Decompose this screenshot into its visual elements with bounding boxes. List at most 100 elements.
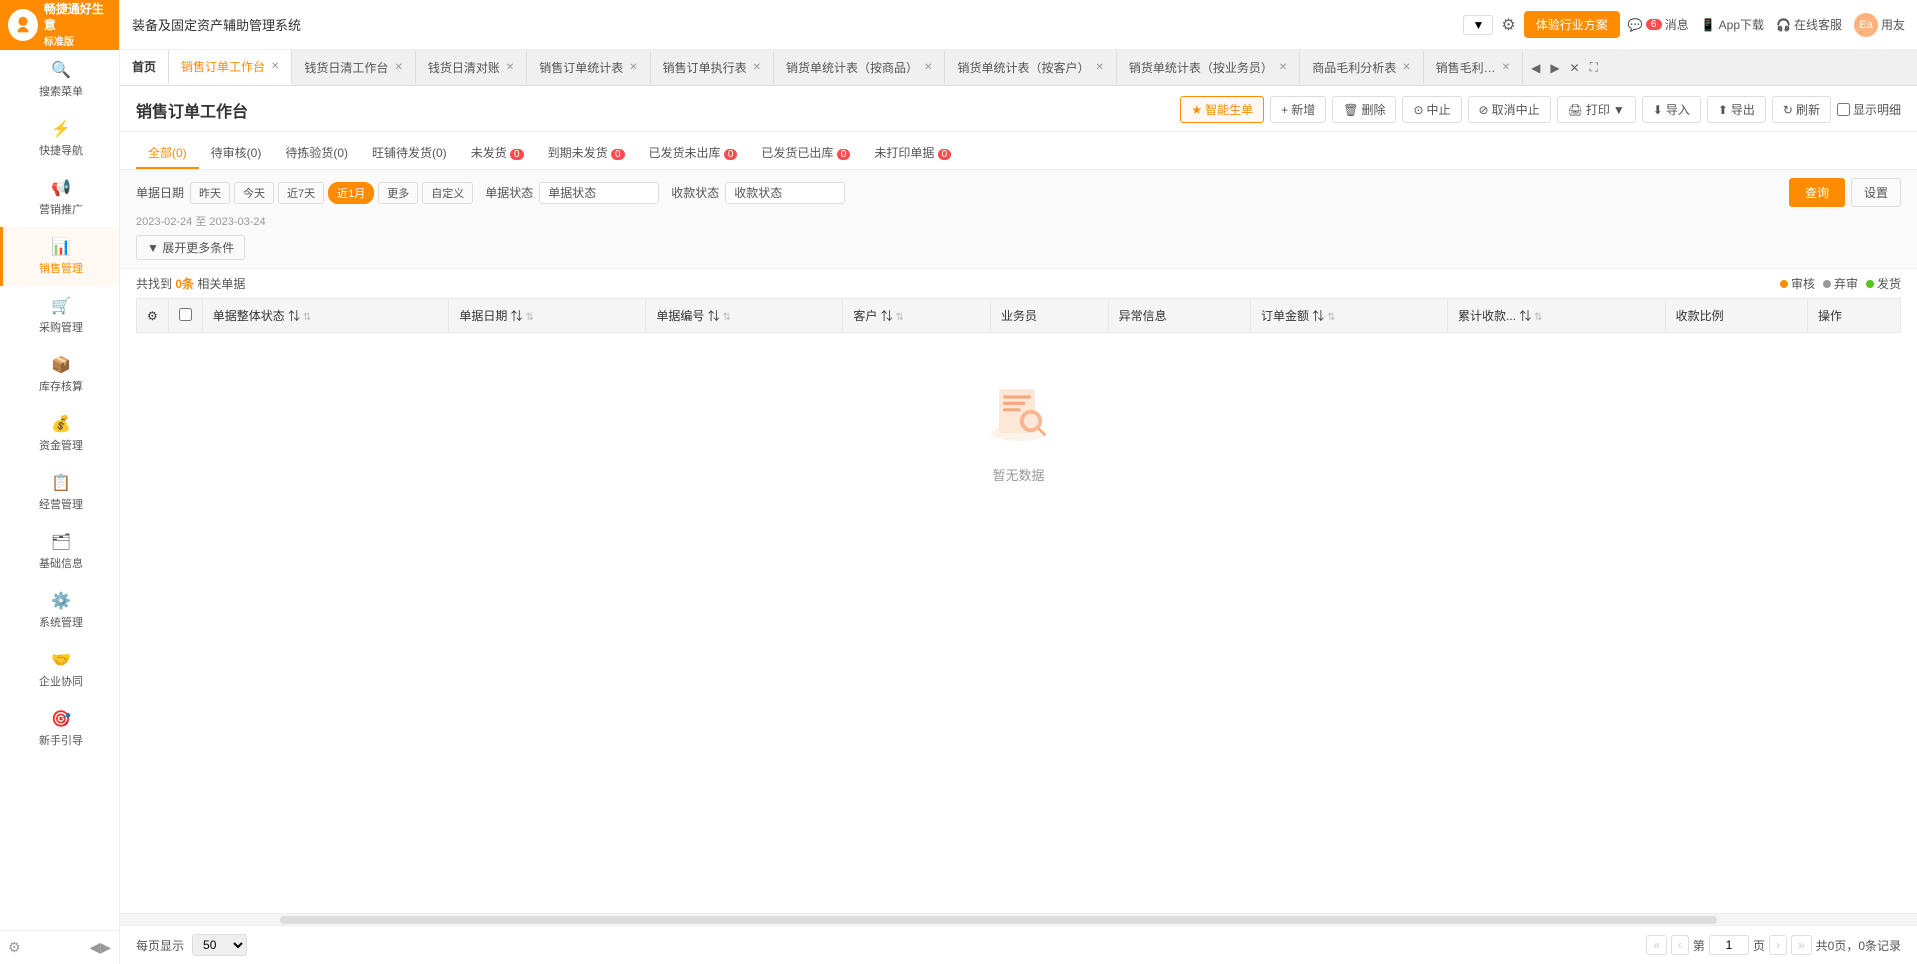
industry-btn[interactable]: 体验行业方案 xyxy=(1524,11,1620,38)
page-input[interactable] xyxy=(1709,935,1749,955)
sidebar-item-basic-info[interactable]: 🗂 基础信息 xyxy=(0,522,119,581)
date-1month-btn[interactable]: 近1月 xyxy=(328,182,374,204)
sidebar-item-nav[interactable]: ⚡ 快捷导航 xyxy=(0,109,119,168)
sidebar-item-sales[interactable]: 📊 销售管理 xyxy=(0,227,119,286)
add-btn[interactable]: + 新增 xyxy=(1270,96,1326,123)
tab-staff-stats-close[interactable]: ✕ xyxy=(1279,62,1287,73)
tab-sales-margin-close[interactable]: ✕ xyxy=(1502,62,1510,73)
date-custom-btn[interactable]: 自定义 xyxy=(422,182,473,204)
filter-payment-select[interactable]: 收款状态 xyxy=(725,182,845,204)
tab-product-stats[interactable]: 销货单统计表（按商品） ✕ xyxy=(774,51,945,84)
tab-close-all-btn[interactable]: ✕ xyxy=(1566,59,1584,77)
sub-tab-pending-inspect[interactable]: 待拣验货(0) xyxy=(273,138,360,169)
sidebar-item-nav-label: 快捷导航 xyxy=(39,142,83,158)
sub-tab-not-printed[interactable]: 未打印单据 0 xyxy=(862,138,963,169)
tab-prev-btn[interactable]: ◀ xyxy=(1527,59,1544,77)
page-next-btn[interactable]: › xyxy=(1769,935,1787,955)
sub-tab-shipped-out[interactable]: 已发货已出库 0 xyxy=(749,138,862,169)
tab-cash-daily[interactable]: 钱货日清工作台 ✕ xyxy=(292,51,415,84)
quick-audit-btn[interactable]: 审核 xyxy=(1780,275,1815,292)
settings-bottom-btn[interactable]: ⚙ xyxy=(8,939,21,956)
online-service-item[interactable]: 🎧 在线客服 xyxy=(1776,16,1842,33)
sub-tab-shipped-not-out[interactable]: 已发货未出库 0 xyxy=(637,138,750,169)
tab-product-stats-close[interactable]: ✕ xyxy=(924,62,932,73)
quick-reject-btn[interactable]: 弃审 xyxy=(1823,275,1858,292)
sidebar-item-system[interactable]: ⚙️ 系统管理 xyxy=(0,581,119,640)
tab-sales-order-close[interactable]: ✕ xyxy=(271,61,279,72)
sub-tab-pending-review[interactable]: 待审核(0) xyxy=(199,138,274,169)
tab-customer-stats-close[interactable]: ✕ xyxy=(1095,62,1103,73)
sidebar-item-marketing[interactable]: 📢 营销推广 xyxy=(0,168,119,227)
date-today-btn[interactable]: 今天 xyxy=(234,182,274,204)
logo-sub: 标准版 xyxy=(44,33,111,48)
cancel-stop-btn[interactable]: ⊘ 取消中止 xyxy=(1468,96,1551,123)
sidebar-item-cooperation[interactable]: 🤝 企业协同 xyxy=(0,640,119,699)
date-yesterday-btn[interactable]: 昨天 xyxy=(190,182,230,204)
collapse-btn[interactable]: ◀▶ xyxy=(89,939,111,956)
sidebar-item-inventory[interactable]: 📦 库存核算 xyxy=(0,345,119,404)
smart-btn[interactable]: ★ 智能生单 xyxy=(1180,96,1264,123)
th-order-amount[interactable]: 订单金额 ⇅ xyxy=(1250,299,1447,333)
tab-home[interactable]: 首页 xyxy=(120,50,169,85)
tab-margin-close[interactable]: ✕ xyxy=(1402,62,1410,73)
sub-tab-wangpu[interactable]: 旺铺待发货(0) xyxy=(360,138,459,169)
sidebar-item-purchase[interactable]: 🛒 采购管理 xyxy=(0,286,119,345)
message-item[interactable]: 💬 6 消息 xyxy=(1628,16,1689,33)
print-btn[interactable]: 🖨 打印 ▼ xyxy=(1557,96,1636,123)
sidebar-item-finance[interactable]: 💰 资金管理 xyxy=(0,404,119,463)
tabbar: 首页 销售订单工作台 ✕ 钱货日清工作台 ✕ 钱货日清对账 ✕ 销售订单统计表 … xyxy=(120,50,1917,86)
sidebar-item-operations[interactable]: 📋 经营管理 xyxy=(0,463,119,522)
query-btn[interactable]: 查询 xyxy=(1789,178,1845,207)
sub-tab-unshipped[interactable]: 未发货 0 xyxy=(459,138,536,169)
show-detail-checkbox[interactable] xyxy=(1837,103,1850,116)
page-first-btn[interactable]: « xyxy=(1646,935,1667,955)
date-7days-btn[interactable]: 近7天 xyxy=(278,182,324,204)
tab-expand-btn[interactable]: ⛶ xyxy=(1586,58,1602,77)
system-dropdown[interactable]: ▼ xyxy=(1463,15,1493,35)
select-all-checkbox[interactable] xyxy=(179,308,192,321)
tab-stats[interactable]: 销售订单统计表 ✕ xyxy=(527,51,650,84)
tab-sales-margin[interactable]: 销售毛利… ✕ xyxy=(1424,51,1523,84)
scrollbar-track[interactable] xyxy=(280,916,1717,924)
th-bill-date[interactable]: 单据日期 ⇅ xyxy=(449,299,646,333)
page-last-btn[interactable]: » xyxy=(1791,935,1812,955)
tab-stats-close[interactable]: ✕ xyxy=(629,62,637,73)
filter-settings-btn[interactable]: 设置 xyxy=(1851,178,1901,207)
show-detail-label[interactable]: 显示明细 xyxy=(1837,101,1901,118)
sidebar-item-search[interactable]: 🔍 搜索菜单 xyxy=(0,50,119,109)
tab-cash-daily-close[interactable]: ✕ xyxy=(394,62,402,73)
quick-ship-btn[interactable]: 发货 xyxy=(1866,275,1901,292)
sidebar-item-guide[interactable]: 🎯 新手引导 xyxy=(0,699,119,758)
expand-btn[interactable]: ▼ 展开更多条件 xyxy=(136,235,245,260)
th-bill-no[interactable]: 单据编号 ⇅ xyxy=(646,299,843,333)
filter-status-select[interactable]: 单据状态 xyxy=(539,182,659,204)
user-item[interactable]: Ea 用友 xyxy=(1854,13,1905,37)
tab-customer-stats[interactable]: 销货单统计表（按客户） ✕ xyxy=(945,51,1116,84)
settings-btn[interactable]: ⚙ xyxy=(1501,15,1515,35)
th-customer[interactable]: 客户 ⇅ xyxy=(843,299,991,333)
tab-margin[interactable]: 商品毛利分析表 ✕ xyxy=(1300,51,1423,84)
tab-next-btn[interactable]: ▶ xyxy=(1546,59,1563,77)
th-bill-status[interactable]: 单据整体状态 ⇅ xyxy=(202,299,449,333)
tab-staff-stats[interactable]: 销货单统计表（按业务员） ✕ xyxy=(1117,51,1300,84)
tab-reconcile-close[interactable]: ✕ xyxy=(506,62,514,73)
tab-exec-close[interactable]: ✕ xyxy=(753,62,761,73)
tab-reconcile[interactable]: 钱货日清对账 ✕ xyxy=(416,51,527,84)
refresh-btn[interactable]: ↻ 刷新 xyxy=(1772,96,1831,123)
app-download-item[interactable]: 📱 App下载 xyxy=(1701,16,1764,33)
tab-sales-order[interactable]: 销售订单工作台 ✕ xyxy=(169,50,292,85)
th-settings[interactable]: ⚙ xyxy=(137,299,169,333)
stop-btn[interactable]: ⊙ 中止 xyxy=(1402,96,1461,123)
th-collected[interactable]: 累计收款... ⇅ xyxy=(1448,299,1666,333)
sub-tab-all[interactable]: 全部(0) xyxy=(136,138,199,169)
import-btn[interactable]: ⬇ 导入 xyxy=(1642,96,1701,123)
sales-icon: 📊 xyxy=(51,237,71,257)
page-size-select[interactable]: 50 20 100 xyxy=(192,934,247,956)
sub-tab-overdue[interactable]: 到期未发货 0 xyxy=(536,138,637,169)
date-more-btn[interactable]: 更多 xyxy=(378,182,418,204)
tab-exec[interactable]: 销售订单执行表 ✕ xyxy=(651,51,774,84)
page-prev-btn[interactable]: ‹ xyxy=(1671,935,1689,955)
delete-btn[interactable]: 🗑 删除 xyxy=(1332,96,1396,123)
th-checkbox[interactable] xyxy=(168,299,202,333)
export-btn[interactable]: ⬆ 导出 xyxy=(1707,96,1766,123)
